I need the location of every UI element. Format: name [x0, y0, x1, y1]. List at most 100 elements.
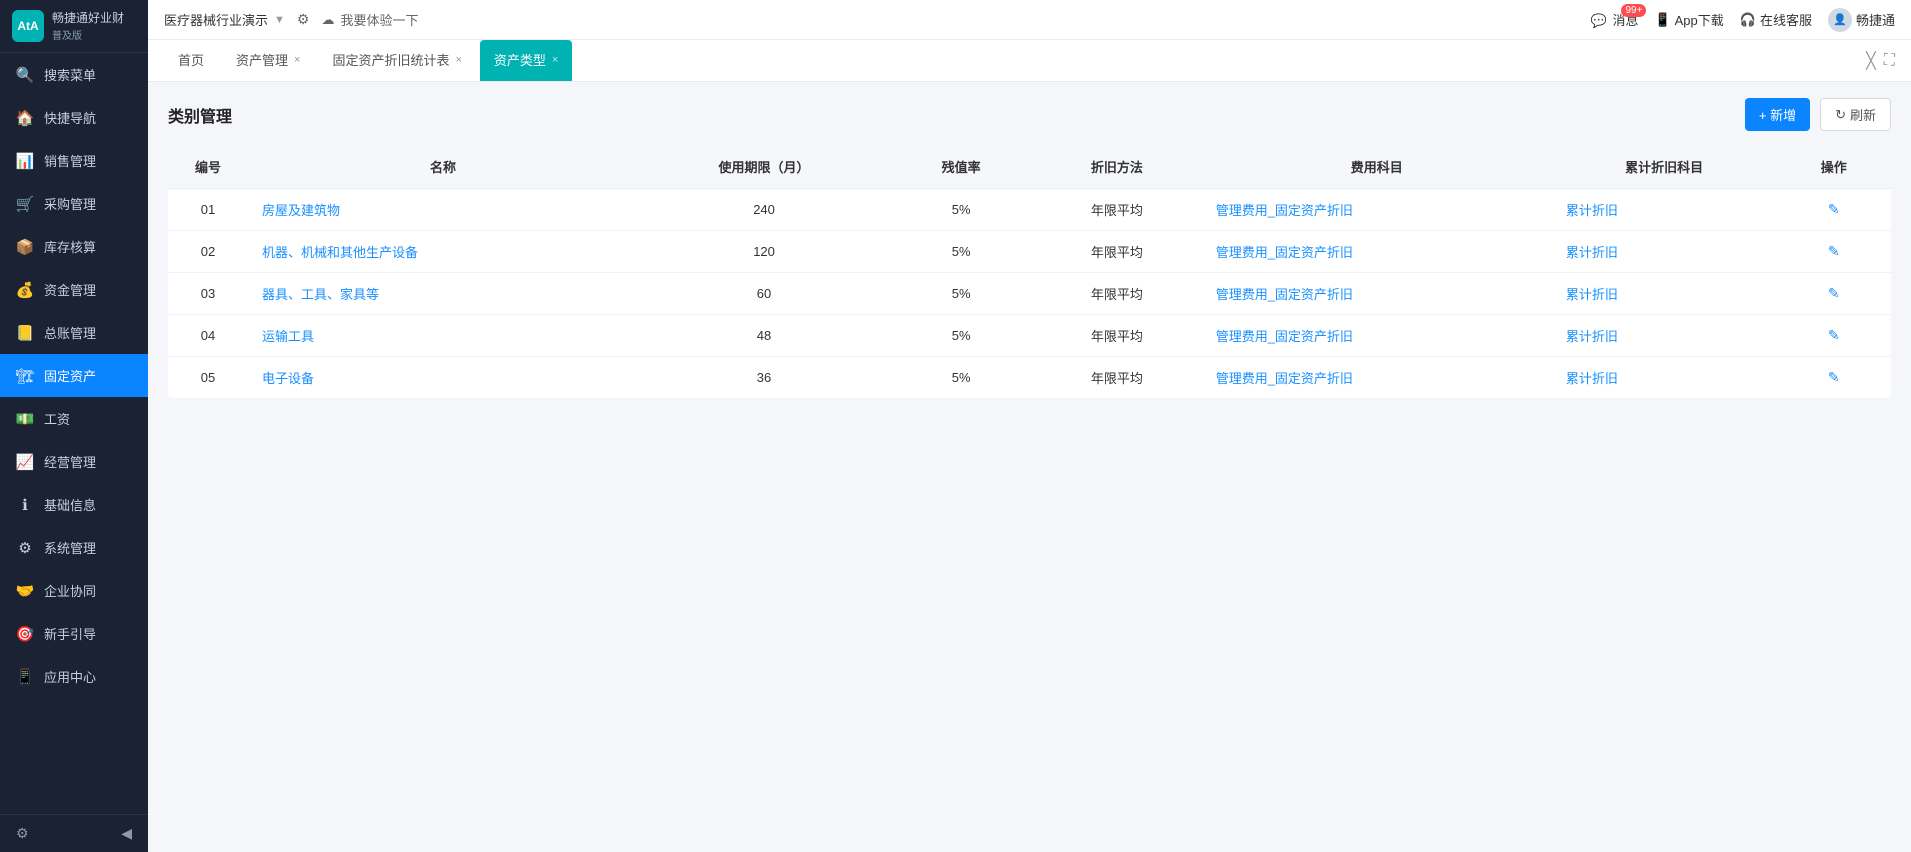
sidebar-item-salary[interactable]: 💵 工资: [0, 397, 148, 440]
maximize-icon[interactable]: ⛶: [1884, 52, 1895, 70]
cell-operation: ✎: [1776, 357, 1891, 399]
sidebar-nav: 🔍 搜索菜单 🏠 快捷导航 📊 销售管理 🛒 采购管理 📦 库存核算 💰 资金管…: [0, 53, 148, 814]
edit-icon[interactable]: ✎: [1828, 285, 1840, 301]
edit-icon[interactable]: ✎: [1828, 327, 1840, 343]
cell-name: 运输工具: [248, 315, 638, 357]
system-icon: ⚙: [16, 539, 34, 557]
sidebar-label: 搜索菜单: [44, 65, 96, 84]
tab-close-icon[interactable]: ×: [294, 54, 300, 66]
sidebar-item-inventory[interactable]: 📦 库存核算: [0, 225, 148, 268]
fund-icon: 💰: [16, 281, 34, 299]
sidebar-item-sales[interactable]: 📊 销售管理: [0, 139, 148, 182]
tab-close-icon[interactable]: ×: [552, 54, 558, 66]
cloud-experience[interactable]: ☁ 我要体验一下: [321, 10, 418, 29]
sidebar-label: 固定资产: [44, 366, 96, 385]
sidebar-label: 经营管理: [44, 452, 96, 471]
sidebar-item-operations[interactable]: 📈 经营管理: [0, 440, 148, 483]
refresh-button[interactable]: ↻ 刷新: [1820, 98, 1891, 131]
search-icon: 🔍: [16, 66, 34, 84]
service-icon: 🎧: [1740, 12, 1756, 28]
cell-residual: 5%: [890, 189, 1032, 231]
purchase-icon: 🛒: [16, 195, 34, 213]
cell-expense: 管理费用_固定资产折旧: [1202, 231, 1552, 273]
table-row: 01 房屋及建筑物 240 5% 年限平均 管理费用_固定资产折旧 累计折旧 ✎: [168, 189, 1891, 231]
sidebar-item-app-center[interactable]: 📱 应用中心: [0, 655, 148, 698]
sidebar-label: 快捷导航: [44, 108, 96, 127]
sidebar-item-purchase[interactable]: 🛒 采购管理: [0, 182, 148, 225]
refresh-label: 刷新: [1850, 105, 1876, 124]
new-button[interactable]: + 新增: [1745, 98, 1810, 131]
tab-close-icon[interactable]: ×: [455, 54, 461, 66]
tab-asset-type-label: 资产类型: [494, 50, 546, 69]
cell-accumulated: 累计折旧: [1552, 273, 1777, 315]
sidebar-item-ledger[interactable]: 📒 总账管理: [0, 311, 148, 354]
tab-home-label: 首页: [178, 50, 204, 69]
phone-icon: 📱: [1654, 12, 1670, 28]
topbar-left: 医疗器械行业演示 ▼ ⚙ ☁ 我要体验一下: [164, 10, 418, 29]
messages-button[interactable]: 💬 99+ 消息: [1591, 10, 1639, 29]
table-row: 03 器具、工具、家具等 60 5% 年限平均 管理费用_固定资产折旧 累计折旧…: [168, 273, 1891, 315]
user-menu[interactable]: 👤 畅捷通: [1828, 8, 1895, 32]
tab-asset-mgmt[interactable]: 资产管理 ×: [222, 40, 314, 81]
col-accumulated: 累计折旧科目: [1552, 145, 1777, 189]
cell-usage: 48: [638, 315, 890, 357]
settings-footer-icon[interactable]: ⚙: [16, 825, 29, 842]
tab-asset-type[interactable]: 资产类型 ×: [480, 40, 572, 81]
sidebar-item-quick-nav[interactable]: 🏠 快捷导航: [0, 96, 148, 139]
header-actions: + 新增 ↻ 刷新: [1745, 98, 1891, 131]
edit-icon[interactable]: ✎: [1828, 369, 1840, 385]
data-table: 编号 名称 使用期限（月） 残值率 折旧方法 费用科目 累计折旧科目 操作 01…: [168, 145, 1891, 398]
company-selector[interactable]: 医疗器械行业演示 ▼: [164, 10, 285, 29]
col-name: 名称: [248, 145, 638, 189]
cell-usage: 240: [638, 189, 890, 231]
topbar: 医疗器械行业演示 ▼ ⚙ ☁ 我要体验一下 💬 99+ 消息 📱 App下载 🎧…: [148, 0, 1911, 40]
cell-accumulated: 累计折旧: [1552, 189, 1777, 231]
col-usage: 使用期限（月）: [638, 145, 890, 189]
sidebar-label: 应用中心: [44, 667, 96, 686]
service-label: 在线客服: [1760, 10, 1812, 29]
avatar: 👤: [1828, 8, 1852, 32]
sidebar-item-enterprise[interactable]: 🤝 企业协同: [0, 569, 148, 612]
ledger-icon: 📒: [16, 324, 34, 342]
app-download-button[interactable]: 📱 App下载: [1654, 10, 1723, 29]
col-expense: 费用科目: [1202, 145, 1552, 189]
online-service-button[interactable]: 🎧 在线客服: [1740, 10, 1812, 29]
operations-icon: 📈: [16, 453, 34, 471]
edit-icon[interactable]: ✎: [1828, 201, 1840, 217]
logo-icon: AtA: [12, 10, 44, 42]
tab-home[interactable]: 首页: [164, 40, 218, 81]
settings-gear-icon[interactable]: ⚙: [297, 11, 310, 28]
cloud-label: 我要体验一下: [340, 10, 418, 29]
cell-code: 01: [168, 189, 248, 231]
cell-name: 电子设备: [248, 357, 638, 399]
sidebar-label: 库存核算: [44, 237, 96, 256]
content-area: 类别管理 + 新增 ↻ 刷新 编号 名称 使用期限（月） 残值率 折旧方法: [148, 82, 1911, 852]
tabs-actions: ╳ ⛶: [1866, 51, 1895, 71]
sidebar-item-guide[interactable]: 🎯 新手引导: [0, 612, 148, 655]
sidebar-label: 企业协同: [44, 581, 96, 600]
fixed-assets-icon: 🏗: [16, 367, 34, 385]
cell-operation: ✎: [1776, 189, 1891, 231]
cell-code: 02: [168, 231, 248, 273]
collapse-icon[interactable]: ◀: [121, 825, 132, 842]
edit-icon[interactable]: ✎: [1828, 243, 1840, 259]
cell-expense: 管理费用_固定资产折旧: [1202, 189, 1552, 231]
tab-depreciation[interactable]: 固定资产折旧统计表 ×: [318, 40, 475, 81]
sidebar-label: 销售管理: [44, 151, 96, 170]
sidebar-footer: ⚙ ◀: [0, 814, 148, 852]
sidebar-item-fixed-assets[interactable]: 🏗 固定资产: [0, 354, 148, 397]
col-operation: 操作: [1776, 145, 1891, 189]
sidebar-item-search[interactable]: 🔍 搜索菜单: [0, 53, 148, 96]
user-name: 畅捷通: [1856, 10, 1895, 29]
sidebar-item-system[interactable]: ⚙ 系统管理: [0, 526, 148, 569]
cell-method: 年限平均: [1032, 315, 1202, 357]
minimize-icon[interactable]: ╳: [1866, 51, 1876, 71]
app-center-icon: 📱: [16, 668, 34, 686]
sidebar-item-fund[interactable]: 💰 资金管理: [0, 268, 148, 311]
sidebar-item-basic-info[interactable]: ℹ 基础信息: [0, 483, 148, 526]
cell-accumulated: 累计折旧: [1552, 315, 1777, 357]
cell-expense: 管理费用_固定资产折旧: [1202, 273, 1552, 315]
logo-text: 畅捷通好业财: [52, 10, 124, 27]
col-method: 折旧方法: [1032, 145, 1202, 189]
cell-method: 年限平均: [1032, 273, 1202, 315]
